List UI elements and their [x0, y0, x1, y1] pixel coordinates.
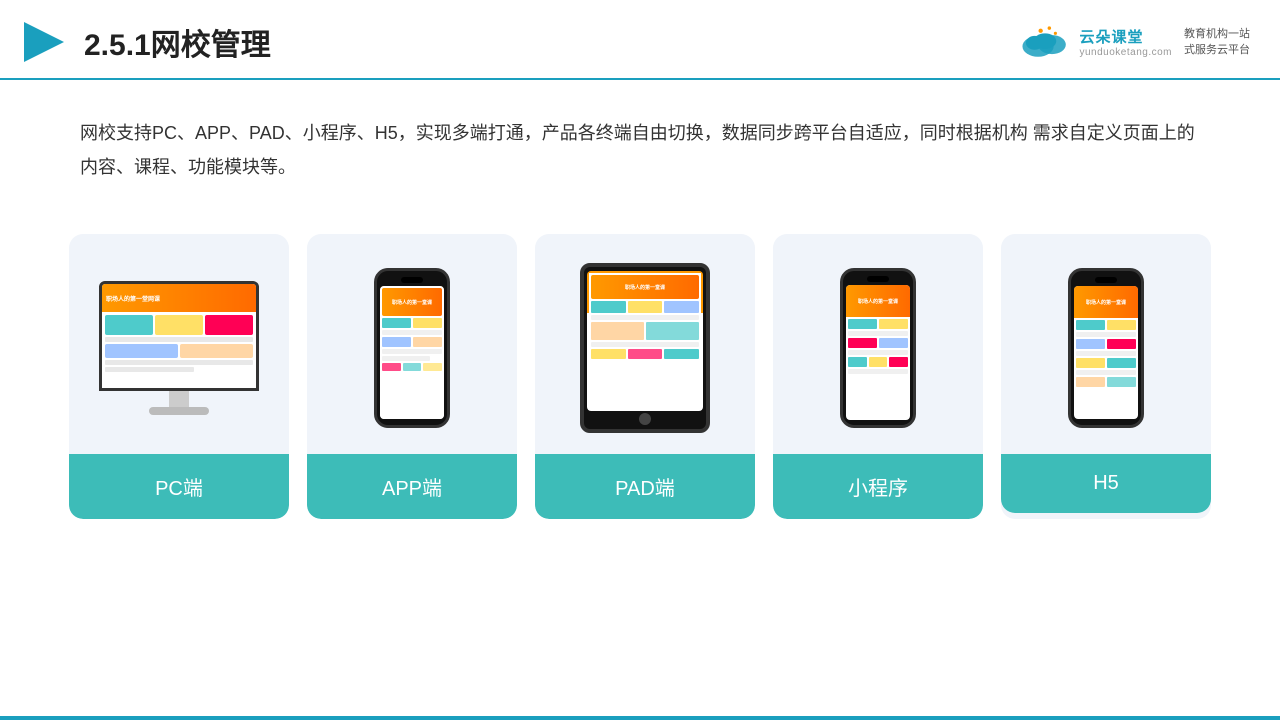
h5-block1	[1076, 320, 1105, 330]
mini-block7	[889, 357, 908, 367]
card-h5-label: H5	[1001, 454, 1211, 513]
mini-row3	[848, 357, 908, 367]
h5-mockup: 职场人的第一堂课	[1068, 268, 1144, 428]
logo-slogan: 教育机构一站 式服务云平台	[1184, 26, 1250, 59]
card-mini-label: 小程序	[773, 454, 983, 519]
mini-block5	[848, 357, 867, 367]
card-pc-label: PC端	[69, 454, 289, 519]
h5-line3	[1076, 370, 1136, 375]
play-icon	[20, 18, 68, 66]
pc-mockup: 职场人的第一堂网课	[99, 281, 259, 415]
mini-block2	[879, 319, 908, 329]
card-pad-image: 职场人的第一堂课	[535, 234, 755, 454]
monitor-stand	[169, 391, 189, 407]
h5-block5	[1076, 358, 1105, 368]
card-h5: 职场人的第一堂课	[1001, 234, 1211, 519]
mini-screen: 职场人的第一堂课	[846, 285, 910, 420]
mini-row1	[848, 319, 908, 329]
pad-mockup: 职场人的第一堂课	[580, 263, 710, 433]
mini-mockup: 职场人的第一堂课	[840, 268, 916, 428]
h5-block6	[1107, 358, 1136, 368]
card-pc: 职场人的第一堂网课	[69, 234, 289, 519]
mini-block6	[869, 357, 888, 367]
card-app-image: 职场人的第一堂课	[307, 234, 517, 454]
h5-block4	[1107, 339, 1136, 349]
card-pad: 职场人的第一堂课	[535, 234, 755, 519]
logo-area: 云朵课堂 yunduoketang.com 教育机构一站 式服务云平台	[1019, 22, 1250, 62]
monitor-base	[149, 407, 209, 415]
logo-url: yunduoketang.com	[1079, 47, 1172, 58]
logo-name: 云朵课堂	[1079, 26, 1143, 47]
mini-line1	[848, 331, 908, 336]
desc-content: 网校支持PC、APP、PAD、小程序、H5，实现多端打通，产品各终端自由切换，数…	[80, 123, 1195, 177]
monitor-screen: 职场人的第一堂网课	[102, 284, 256, 388]
phone-notch	[401, 277, 423, 283]
card-pc-image: 职场人的第一堂网课	[69, 234, 289, 454]
mini-line3	[848, 369, 908, 374]
card-app: 职场人的第一堂课	[307, 234, 517, 519]
card-mini-image: 职场人的第一堂课	[773, 234, 983, 454]
mini-line2	[848, 350, 908, 355]
h5-block3	[1076, 339, 1105, 349]
h5-row1	[1076, 320, 1136, 330]
mini-block1	[848, 319, 877, 329]
h5-block2	[1107, 320, 1136, 330]
mini-screen-mid	[846, 317, 910, 376]
phone-screen: 职场人的第一堂课	[380, 286, 444, 419]
logo-text-block: 云朵课堂 yunduoketang.com	[1079, 26, 1172, 58]
cloud-icon	[1019, 22, 1071, 62]
mini-screen-top: 职场人的第一堂课	[846, 285, 910, 317]
monitor-body: 职场人的第一堂网课	[99, 281, 259, 391]
header-left: 2.5.1网校管理	[20, 18, 271, 66]
mini-row2	[848, 338, 908, 348]
h5-row2	[1076, 339, 1136, 349]
mini-notch	[867, 276, 889, 282]
page-header: 2.5.1网校管理 云朵课堂 yunduoketang.com 教育机构一站 式…	[0, 0, 1280, 80]
h5-screen: 职场人的第一堂课	[1074, 286, 1138, 419]
tablet-screen: 职场人的第一堂课	[587, 271, 703, 411]
h5-line1	[1076, 332, 1136, 337]
card-mini: 职场人的第一堂课	[773, 234, 983, 519]
h5-screen-mid	[1074, 318, 1138, 389]
h5-line2	[1076, 351, 1136, 356]
h5-row3	[1076, 358, 1136, 368]
description-text: 网校支持PC、APP、PAD、小程序、H5，实现多端打通，产品各终端自由切换，数…	[0, 80, 1280, 204]
card-pad-label: PAD端	[535, 454, 755, 519]
mini-block4	[879, 338, 908, 348]
bottom-border	[0, 716, 1280, 720]
h5-notch	[1095, 277, 1117, 283]
app-mockup: 职场人的第一堂课	[374, 268, 450, 428]
page-title: 2.5.1网校管理	[84, 20, 271, 64]
tablet-home-btn	[639, 413, 651, 425]
card-app-label: APP端	[307, 454, 517, 519]
mini-block3	[848, 338, 877, 348]
h5-screen-top: 职场人的第一堂课	[1074, 286, 1138, 318]
card-h5-image: 职场人的第一堂课	[1001, 234, 1211, 454]
cards-row: 职场人的第一堂网课	[0, 204, 1280, 549]
